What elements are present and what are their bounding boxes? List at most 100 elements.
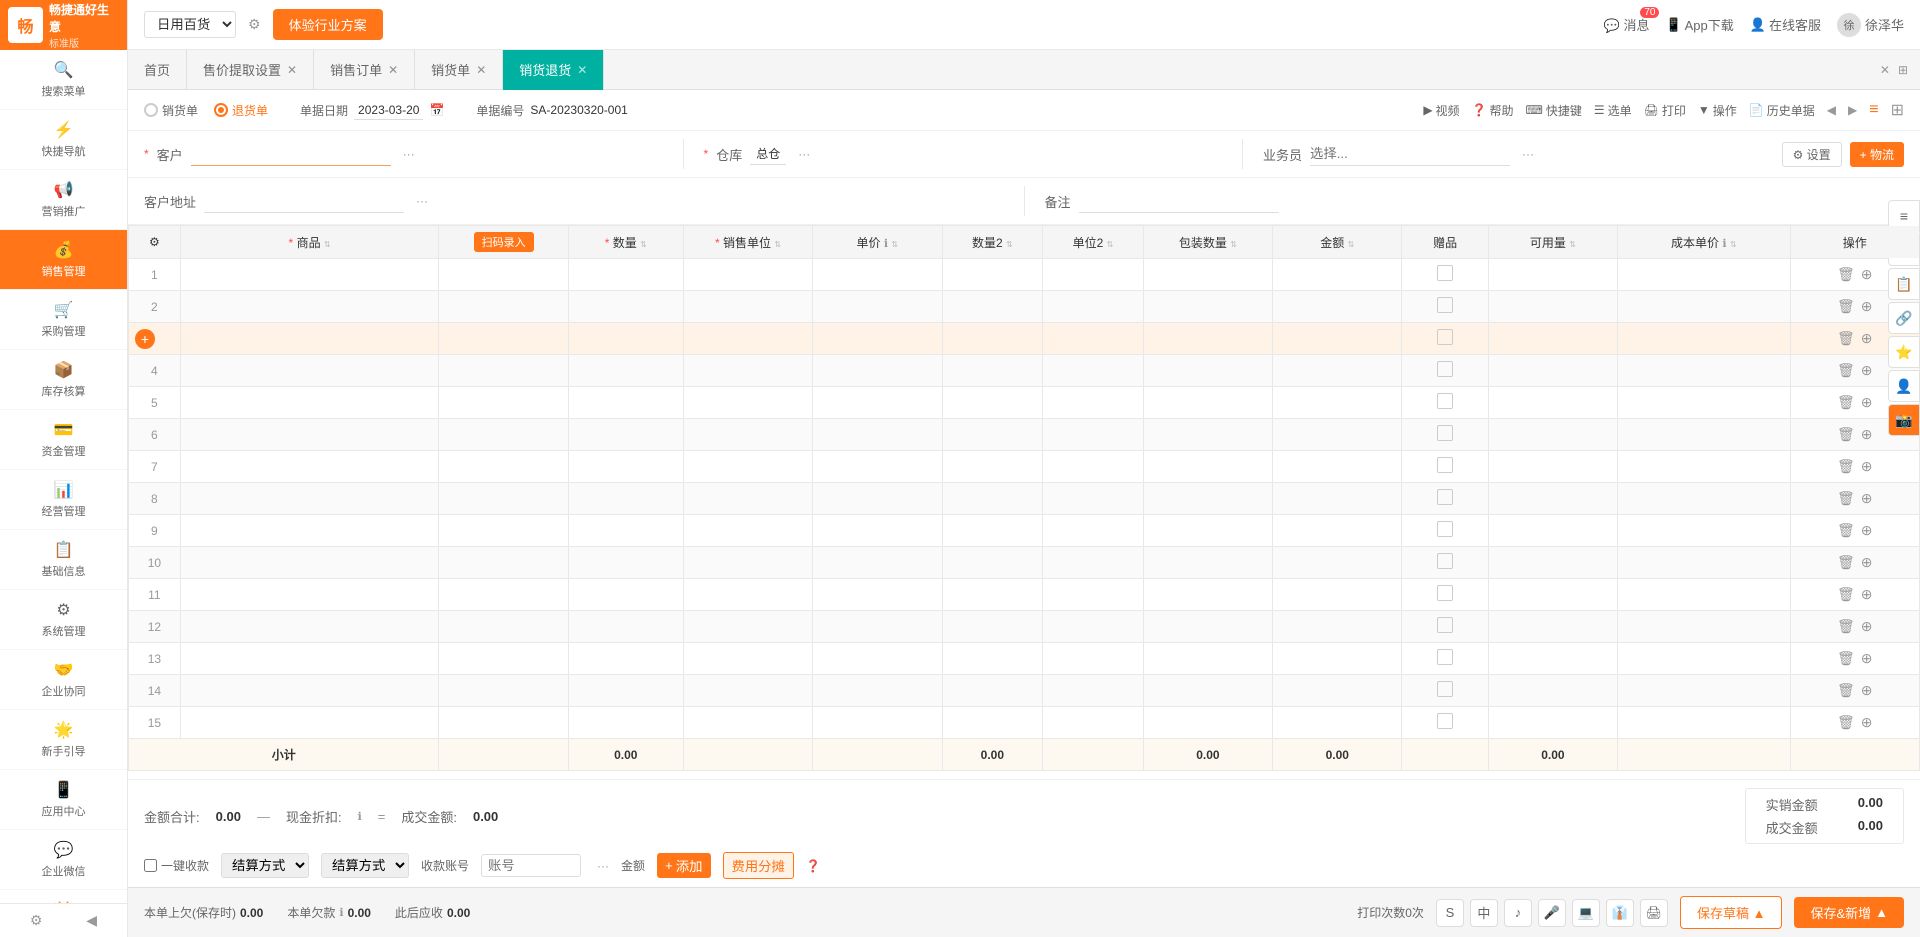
cell-unit-price-6[interactable] (813, 419, 942, 451)
cell-qty2-2[interactable] (942, 291, 1043, 323)
action-help[interactable]: ❓ 帮助 (1472, 102, 1514, 119)
account-dots[interactable]: ··· (597, 859, 609, 873)
cell-qty-3[interactable] (568, 323, 683, 355)
float-btn-7[interactable]: 📸 (1888, 404, 1920, 436)
cell-qty-15[interactable] (568, 707, 683, 739)
cell-product-13[interactable] (180, 643, 439, 675)
cell-product-1[interactable] (180, 259, 439, 291)
tool-icon-6[interactable]: 👔 (1606, 899, 1634, 927)
gift-checkbox-13[interactable] (1437, 649, 1453, 665)
cell-sale-unit-10[interactable] (683, 547, 812, 579)
cell-qty-8[interactable] (568, 483, 683, 515)
copy-row-10[interactable]: ⊕ (1861, 554, 1873, 571)
sidebar-item-marketing[interactable]: 📢 营销推广 (0, 170, 127, 230)
cell-product-3[interactable] (180, 323, 439, 355)
sidebar-item-enterprise[interactable]: 🤝 企业协同 (0, 650, 127, 710)
copy-row-2[interactable]: ⊕ (1861, 298, 1873, 315)
customer-input[interactable] (191, 142, 391, 166)
tab-home[interactable]: 首页 (128, 50, 187, 90)
copy-row-15[interactable]: ⊕ (1861, 714, 1873, 731)
cell-pack-qty-10[interactable] (1143, 547, 1272, 579)
tab-sale-order-close[interactable]: ✕ (388, 63, 398, 77)
cell-pack-qty-9[interactable] (1143, 515, 1272, 547)
cell-unit2-11[interactable] (1043, 579, 1144, 611)
cell-available-7[interactable] (1488, 451, 1617, 483)
cell-sale-unit-5[interactable] (683, 387, 812, 419)
action-shortcut[interactable]: ⌨ 快捷键 (1526, 102, 1582, 119)
delete-row-3[interactable]: 🗑 (1837, 330, 1855, 347)
copy-row-5[interactable]: ⊕ (1861, 394, 1873, 411)
copy-row-6[interactable]: ⊕ (1861, 426, 1873, 443)
cell-sale-unit-15[interactable] (683, 707, 812, 739)
cell-unit2-8[interactable] (1043, 483, 1144, 515)
float-btn-3[interactable]: 📋 (1888, 268, 1920, 300)
cell-unit2-10[interactable] (1043, 547, 1144, 579)
cell-gift-6[interactable] (1402, 419, 1488, 451)
sidebar-item-guide[interactable]: 🌟 新手引导 (0, 710, 127, 770)
delete-row-10[interactable]: 🗑 (1837, 554, 1855, 571)
cell-amount-12[interactable] (1273, 611, 1402, 643)
cell-unit-price-2[interactable] (813, 291, 942, 323)
sidebar-item-operations[interactable]: 📊 经营管理 (0, 470, 127, 530)
action-select[interactable]: ☰ 选单 (1594, 102, 1632, 119)
cell-qty2-15[interactable] (942, 707, 1043, 739)
delete-row-8[interactable]: 🗑 (1837, 490, 1855, 507)
cell-sale-unit-12[interactable] (683, 611, 812, 643)
cell-sale-unit-2[interactable] (683, 291, 812, 323)
cell-gift-11[interactable] (1402, 579, 1488, 611)
nav-next-icon[interactable]: ▶ (1848, 103, 1857, 117)
gift-checkbox-8[interactable] (1437, 489, 1453, 505)
tab-sale-return[interactable]: 销货退货 ✕ (503, 50, 604, 90)
copy-row-14[interactable]: ⊕ (1861, 682, 1873, 699)
sidebar-item-quick-nav[interactable]: ⚡ 快捷导航 (0, 110, 127, 170)
tab-sale-delivery[interactable]: 销货单 ✕ (415, 50, 503, 90)
cell-qty2-14[interactable] (942, 675, 1043, 707)
copy-row-11[interactable]: ⊕ (1861, 586, 1873, 603)
save-new-btn[interactable]: 保存&新增 ▲ (1794, 897, 1904, 928)
cell-sale-unit-1[interactable] (683, 259, 812, 291)
sidebar-item-finance[interactable]: 💳 资金管理 (0, 410, 127, 470)
cell-amount-8[interactable] (1273, 483, 1402, 515)
delete-row-6[interactable]: 🗑 (1837, 426, 1855, 443)
cell-unit2-2[interactable] (1043, 291, 1144, 323)
settings-button[interactable]: ⚙ 设置 (1782, 142, 1842, 167)
remark-input[interactable] (1079, 189, 1279, 213)
save-draft-btn[interactable]: 保存草稿 ▲ (1680, 896, 1783, 929)
cell-unit-price-4[interactable] (813, 355, 942, 387)
cell-available-11[interactable] (1488, 579, 1617, 611)
sidebar-item-search[interactable]: 🔍 搜索菜单 (0, 50, 127, 110)
cell-sale-unit-8[interactable] (683, 483, 812, 515)
action-print[interactable]: 🖨 打印 (1644, 102, 1686, 119)
cell-qty-2[interactable] (568, 291, 683, 323)
cell-qty2-5[interactable] (942, 387, 1043, 419)
view-list-icon[interactable]: ≡ (1869, 101, 1878, 119)
copy-row-1[interactable]: ⊕ (1861, 266, 1873, 283)
cell-pack-qty-3[interactable] (1143, 323, 1272, 355)
customer-dots[interactable]: ··· (403, 147, 415, 161)
cell-unit-price-8[interactable] (813, 483, 942, 515)
discount-info-icon[interactable]: ℹ (358, 810, 362, 823)
cell-product-7[interactable] (180, 451, 439, 483)
sidebar-item-app-center[interactable]: 📱 应用中心 (0, 770, 127, 830)
cell-available-9[interactable] (1488, 515, 1617, 547)
copy-row-3[interactable]: ⊕ (1861, 330, 1873, 347)
cell-pack-qty-1[interactable] (1143, 259, 1272, 291)
copy-row-4[interactable]: ⊕ (1861, 362, 1873, 379)
cell-unit-price-12[interactable] (813, 611, 942, 643)
tab-sale-delivery-close[interactable]: ✕ (476, 63, 486, 77)
topbar-gear-icon[interactable]: ⚙ (248, 16, 261, 33)
cell-qty2-7[interactable] (942, 451, 1043, 483)
delete-row-12[interactable]: 🗑 (1837, 618, 1855, 635)
fee-split-btn[interactable]: 费用分摊 (723, 852, 794, 879)
delete-row-7[interactable]: 🗑 (1837, 458, 1855, 475)
cell-pack-qty-8[interactable] (1143, 483, 1272, 515)
gift-checkbox-4[interactable] (1437, 361, 1453, 377)
delete-row-4[interactable]: 🗑 (1837, 362, 1855, 379)
cell-amount-7[interactable] (1273, 451, 1402, 483)
cell-unit2-7[interactable] (1043, 451, 1144, 483)
cell-sale-unit-13[interactable] (683, 643, 812, 675)
cell-unit-price-9[interactable] (813, 515, 942, 547)
one-key-pay-check[interactable]: 一键收款 (144, 857, 209, 874)
delete-row-2[interactable]: 🗑 (1837, 298, 1855, 315)
cell-sale-unit-3[interactable] (683, 323, 812, 355)
